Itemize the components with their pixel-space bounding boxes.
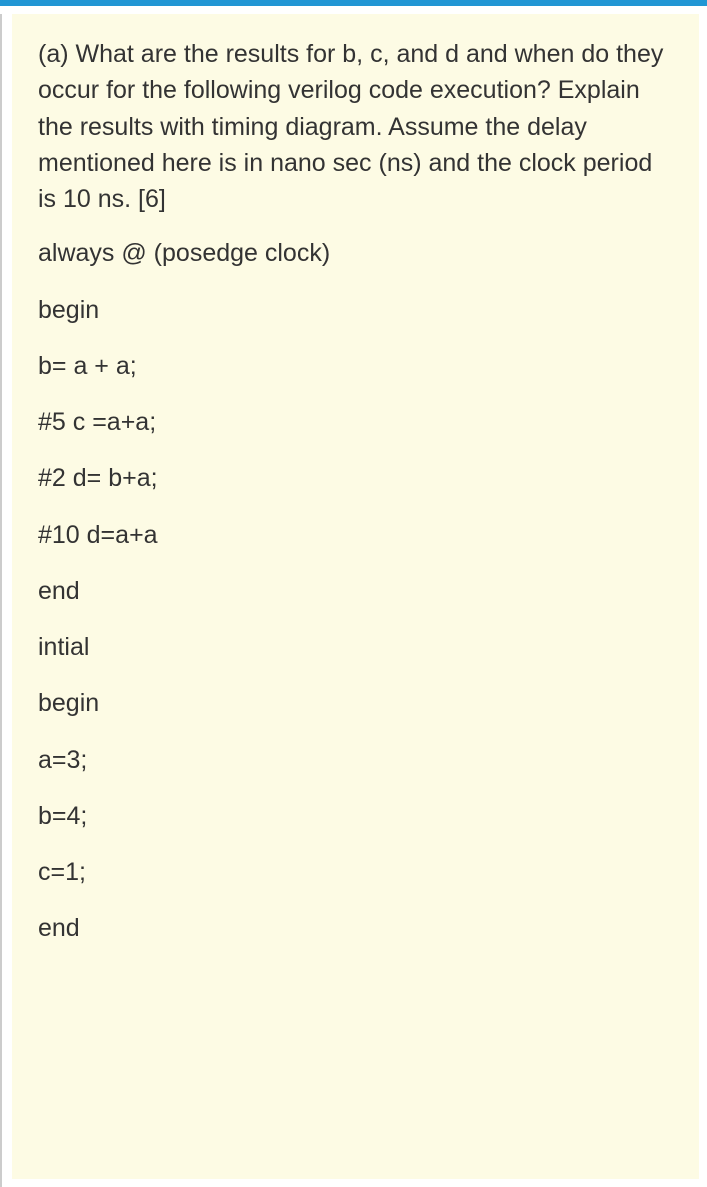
code-line: always @ (posedge clock) — [38, 235, 673, 271]
code-line: b=4; — [38, 798, 673, 834]
code-line: end — [38, 573, 673, 609]
code-line: intial — [38, 629, 673, 665]
question-card: (a) What are the results for b, c, and d… — [12, 14, 699, 1179]
code-line: b= a + a; — [38, 348, 673, 384]
question-prompt: (a) What are the results for b, c, and d… — [38, 36, 673, 217]
code-line: begin — [38, 292, 673, 328]
code-line: a=3; — [38, 742, 673, 778]
code-line: begin — [38, 685, 673, 721]
code-line: #2 d= b+a; — [38, 460, 673, 496]
content-container: (a) What are the results for b, c, and d… — [0, 14, 707, 1187]
code-line: c=1; — [38, 854, 673, 890]
top-accent-bar — [0, 0, 707, 6]
code-line: #5 c =a+a; — [38, 404, 673, 440]
code-line: end — [38, 910, 673, 946]
code-line: #10 d=a+a — [38, 517, 673, 553]
